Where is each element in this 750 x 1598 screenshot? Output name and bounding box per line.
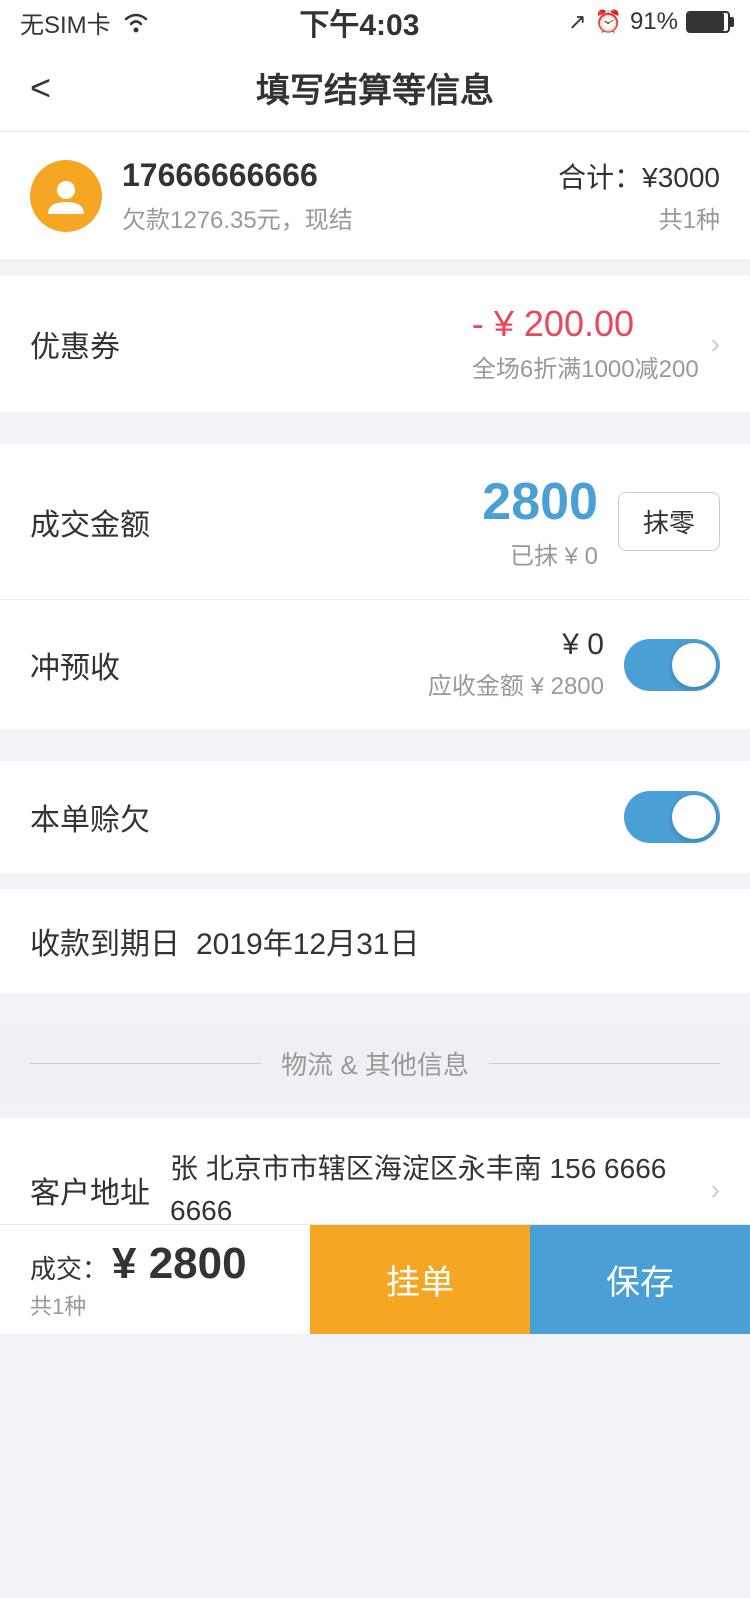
prepay-label: 冲预收 — [30, 643, 120, 687]
gray-divider-1 — [0, 428, 750, 444]
trade-amount-value-wrap: 2800 已抹 ¥ 0 — [482, 472, 598, 571]
nav-bar: < 填写结算等信息 — [0, 44, 750, 132]
trade-amount-value: 2800 — [482, 472, 598, 532]
back-button[interactable]: < — [30, 67, 51, 109]
prepay-toggle[interactable] — [624, 639, 720, 691]
status-bar: 无SIM卡 下午4:03 ↗ ⏰ 91% — [0, 0, 750, 44]
bottom-count: 共1种 — [30, 1289, 280, 1321]
wifi-icon — [121, 11, 151, 33]
status-right: ↗ ⏰ 91% — [568, 8, 730, 36]
trade-right: 2800 已抹 ¥ 0 抹零 — [482, 472, 720, 571]
user-right: 合计：¥3000 共1种 — [558, 156, 720, 235]
avatar — [30, 160, 102, 232]
user-phone: 17666666666 — [122, 157, 353, 194]
prepay-value: ¥ 0 应收金额 ¥ 2800 — [428, 628, 604, 701]
main-content: 17666666666 欠款1276.35元，现结 合计：¥3000 共1种 优… — [0, 132, 750, 1598]
trade-amount-row: 成交金额 2800 已抹 ¥ 0 抹零 — [0, 444, 750, 599]
bottom-trade-amount: ¥ 2800 — [112, 1239, 247, 1289]
battery-icon — [686, 11, 730, 33]
gray-divider-2 — [0, 745, 750, 761]
toggle-knob — [672, 643, 716, 687]
user-info: 17666666666 欠款1276.35元，现结 — [122, 157, 353, 235]
coupon-right: - ¥ 200.00 全场6折满1000减200 › — [472, 303, 720, 384]
save-button[interactable]: 保存 — [530, 1225, 750, 1334]
bottom-trade-line: 成交： ¥ 2800 — [30, 1239, 280, 1289]
debt-label: 本单赊欠 — [30, 795, 150, 839]
debt-section: 本单赊欠 — [0, 761, 750, 873]
user-info-row: 17666666666 欠款1276.35元，现结 合计：¥3000 共1种 — [0, 132, 750, 259]
time-display: 下午4:03 — [299, 0, 419, 44]
total-amount: 合计：¥3000 — [558, 156, 720, 196]
address-chevron-icon: › — [711, 1174, 720, 1206]
address-content: 张 北京市市辖区海淀区永丰南 156 6666 6666 — [170, 1148, 711, 1232]
round-button[interactable]: 抹零 — [618, 492, 720, 551]
logistics-divider: 物流 & 其他信息 — [0, 1025, 750, 1102]
location-icon: ↗ — [568, 9, 586, 35]
alarm-icon: ⏰ — [595, 9, 622, 35]
bottom-summary: 成交： ¥ 2800 共1种 — [0, 1239, 310, 1321]
due-date-section: 收款到期日 2019年12月31日 — [0, 889, 750, 993]
page-title: 填写结算等信息 — [256, 63, 494, 112]
coupon-value: - ¥ 200.00 全场6折满1000减200 — [472, 303, 699, 384]
address-label: 客户地址 — [30, 1168, 150, 1212]
coupon-chevron-icon: › — [711, 328, 720, 360]
user-left: 17666666666 欠款1276.35元，现结 — [30, 157, 353, 235]
trade-amount-section: 成交金额 2800 已抹 ¥ 0 抹零 冲预收 ¥ 0 应收金额 ¥ 2800 — [0, 444, 750, 729]
bottom-trade-label: 成交： — [30, 1249, 108, 1286]
coupon-label: 优惠券 — [30, 322, 120, 366]
user-debt: 欠款1276.35元，现结 — [122, 200, 353, 235]
divider-line-left — [30, 1063, 261, 1064]
due-date-value: 2019年12月31日 — [196, 919, 419, 963]
prepay-right: ¥ 0 应收金额 ¥ 2800 — [428, 628, 720, 701]
due-date-label: 收款到期日 — [30, 919, 180, 963]
divider-line-right — [489, 1063, 720, 1064]
coupon-row[interactable]: 优惠券 - ¥ 200.00 全场6折满1000减200 › — [0, 275, 750, 412]
prepay-row: 冲预收 ¥ 0 应收金额 ¥ 2800 — [0, 599, 750, 729]
trade-amount-label: 成交金额 — [30, 500, 150, 544]
trade-amount-sub: 已抹 ¥ 0 — [482, 536, 598, 571]
battery-percent: 91% — [630, 8, 678, 36]
bottom-actions: 挂单 保存 — [310, 1225, 750, 1334]
gray-divider-3 — [0, 1009, 750, 1025]
debt-toggle[interactable] — [624, 791, 720, 843]
debt-toggle-knob — [672, 795, 716, 839]
total-count: 共1种 — [558, 200, 720, 235]
carrier-text: 无SIM卡 — [20, 5, 111, 40]
logistics-label: 物流 & 其他信息 — [281, 1045, 469, 1082]
pending-button[interactable]: 挂单 — [310, 1225, 530, 1334]
bottom-bar: 成交： ¥ 2800 共1种 挂单 保存 — [0, 1224, 750, 1334]
status-left: 无SIM卡 — [20, 5, 151, 40]
